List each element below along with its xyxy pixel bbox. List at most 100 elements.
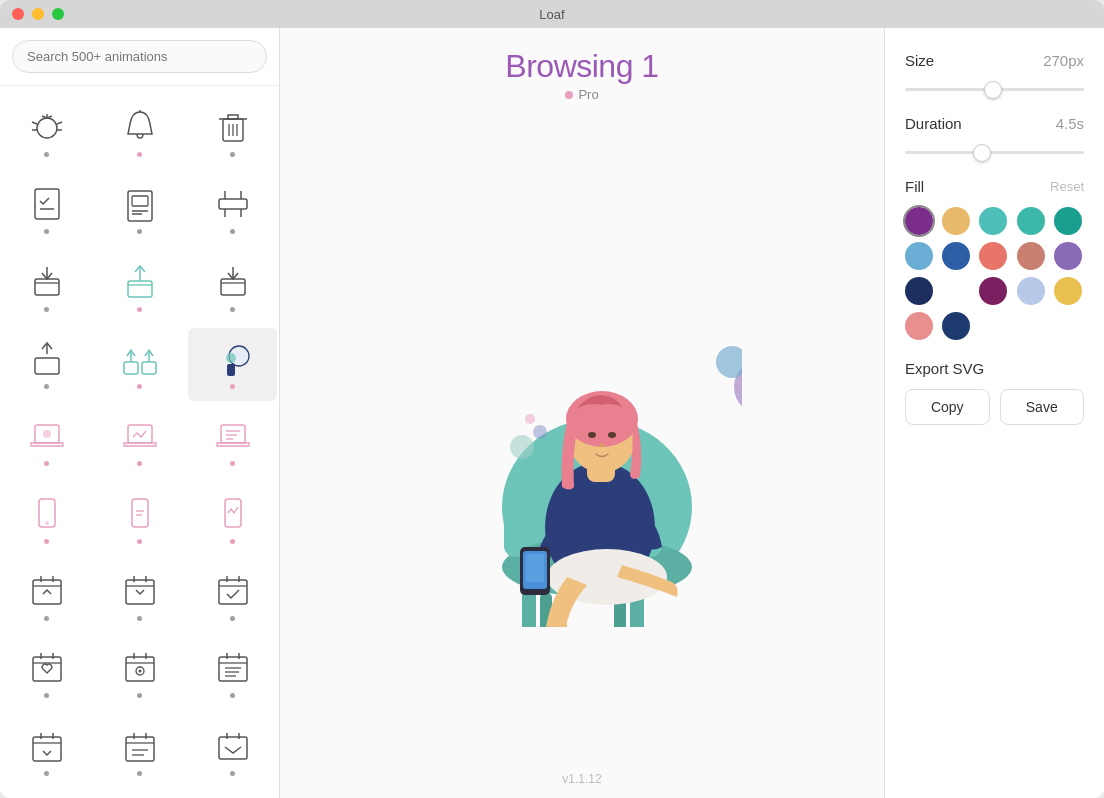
grid-item-laptop3[interactable] [188, 405, 277, 478]
search-bar [0, 28, 279, 86]
color-swatch-lavender[interactable] [1054, 242, 1082, 270]
main-content: Browsing 1 Pro [0, 28, 1104, 798]
grid-item-dot [230, 461, 235, 466]
animation-preview [280, 102, 884, 772]
svg-rect-34 [124, 362, 138, 374]
grid-item-cal-list[interactable] [188, 637, 277, 710]
pro-dot [565, 91, 573, 99]
grid-item-cal-bottom2[interactable] [95, 715, 184, 788]
grid-item-boxes-up[interactable] [95, 328, 184, 401]
color-swatch-dark-purple[interactable] [979, 277, 1007, 305]
color-swatch-pale-blue[interactable] [1017, 277, 1045, 305]
color-swatch-coral[interactable] [979, 242, 1007, 270]
titlebar: Loaf [0, 0, 1104, 28]
svg-point-75 [138, 670, 141, 673]
svg-rect-20 [219, 199, 247, 209]
color-swatch-green-teal[interactable] [1017, 207, 1045, 235]
right-panel: Size 270px Duration 4.5s Fill Reset [884, 28, 1104, 798]
grid-item-dot [137, 307, 142, 312]
grid-item-phone2[interactable] [95, 483, 184, 556]
grid-item-cal-gear[interactable] [95, 637, 184, 710]
grid-item-dot [230, 152, 235, 157]
size-slider[interactable] [905, 88, 1084, 91]
grid-item-barrier[interactable] [188, 173, 277, 246]
grid-item-box-down[interactable] [188, 251, 277, 324]
grid-item-cal-check[interactable] [188, 560, 277, 633]
size-slider-container [905, 77, 1084, 95]
svg-point-40 [226, 353, 236, 363]
color-swatch-navy-2[interactable] [942, 312, 970, 340]
svg-rect-53 [225, 499, 241, 527]
color-swatch-purple[interactable] [905, 207, 933, 235]
svg-rect-54 [33, 580, 61, 604]
color-swatch-gold[interactable] [1054, 277, 1082, 305]
grid-item-phone3[interactable] [188, 483, 277, 556]
svg-rect-87 [126, 737, 154, 761]
close-button[interactable] [12, 8, 24, 20]
grid-item-phone1[interactable] [2, 483, 91, 556]
grid-item-cal-prev[interactable] [95, 560, 184, 633]
grid-item-dot [44, 771, 49, 776]
svg-point-117 [716, 346, 742, 378]
search-input[interactable] [12, 40, 267, 73]
grid-item-browsing[interactable] [188, 328, 277, 401]
svg-rect-70 [126, 657, 154, 681]
grid-item-dot [44, 539, 49, 544]
grid-item-box-up2[interactable] [2, 328, 91, 401]
svg-point-0 [37, 118, 57, 138]
duration-label: Duration [905, 115, 962, 132]
grid-item-laptop2[interactable] [95, 405, 184, 478]
grid-item-bug[interactable] [2, 96, 91, 169]
grid-item-dot [230, 307, 235, 312]
animation-grid [0, 86, 279, 798]
svg-rect-14 [35, 189, 59, 219]
center-panel: Browsing 1 Pro [280, 28, 884, 798]
grid-item-cal-next[interactable] [2, 560, 91, 633]
maximize-button[interactable] [52, 8, 64, 20]
svg-point-42 [43, 430, 51, 438]
color-swatch-pink[interactable] [905, 312, 933, 340]
duration-slider[interactable] [905, 151, 1084, 154]
grid-item-box-in[interactable] [2, 251, 91, 324]
grid-item-dot [137, 152, 142, 157]
color-swatch-teal[interactable] [979, 207, 1007, 235]
grid-item-cal-bottom1[interactable] [2, 715, 91, 788]
grid-item-trash[interactable] [188, 96, 277, 169]
grid-item-checklist[interactable] [2, 173, 91, 246]
save-button[interactable]: Save [1000, 389, 1085, 425]
grid-item-dot [44, 229, 49, 234]
version-label: v1.1.12 [562, 772, 601, 786]
grid-item-laptop1[interactable] [2, 405, 91, 478]
grid-item-cal-bottom3[interactable] [188, 715, 277, 788]
duration-value: 4.5s [1056, 115, 1084, 132]
svg-point-49 [45, 521, 49, 525]
color-swatch-navy[interactable] [905, 277, 933, 305]
svg-rect-43 [128, 425, 152, 443]
grid-item-dot [137, 539, 142, 544]
grid-item-box-up[interactable] [95, 251, 184, 324]
grid-item-dot [230, 693, 235, 698]
color-swatch-white[interactable] [942, 277, 970, 305]
export-buttons: Copy Save [905, 389, 1084, 425]
color-swatch-blue[interactable] [942, 242, 970, 270]
reset-button[interactable]: Reset [1050, 179, 1084, 194]
svg-point-115 [600, 443, 604, 447]
svg-rect-31 [35, 358, 59, 374]
color-swatch-dark-teal[interactable] [1054, 207, 1082, 235]
svg-rect-29 [221, 279, 245, 295]
svg-rect-58 [126, 580, 154, 604]
svg-rect-17 [132, 196, 148, 206]
grid-item-scanner[interactable] [95, 173, 184, 246]
grid-item-dot [44, 152, 49, 157]
color-swatch-terracotta[interactable] [1017, 242, 1045, 270]
svg-rect-25 [35, 279, 59, 295]
copy-button[interactable]: Copy [905, 389, 990, 425]
svg-line-5 [57, 122, 62, 124]
grid-item-dot [230, 384, 235, 389]
grid-item-bell[interactable] [95, 96, 184, 169]
minimize-button[interactable] [32, 8, 44, 20]
color-swatch-light-blue[interactable] [905, 242, 933, 270]
size-value: 270px [1043, 52, 1084, 69]
grid-item-cal-heart[interactable] [2, 637, 91, 710]
color-swatch-yellow[interactable] [942, 207, 970, 235]
